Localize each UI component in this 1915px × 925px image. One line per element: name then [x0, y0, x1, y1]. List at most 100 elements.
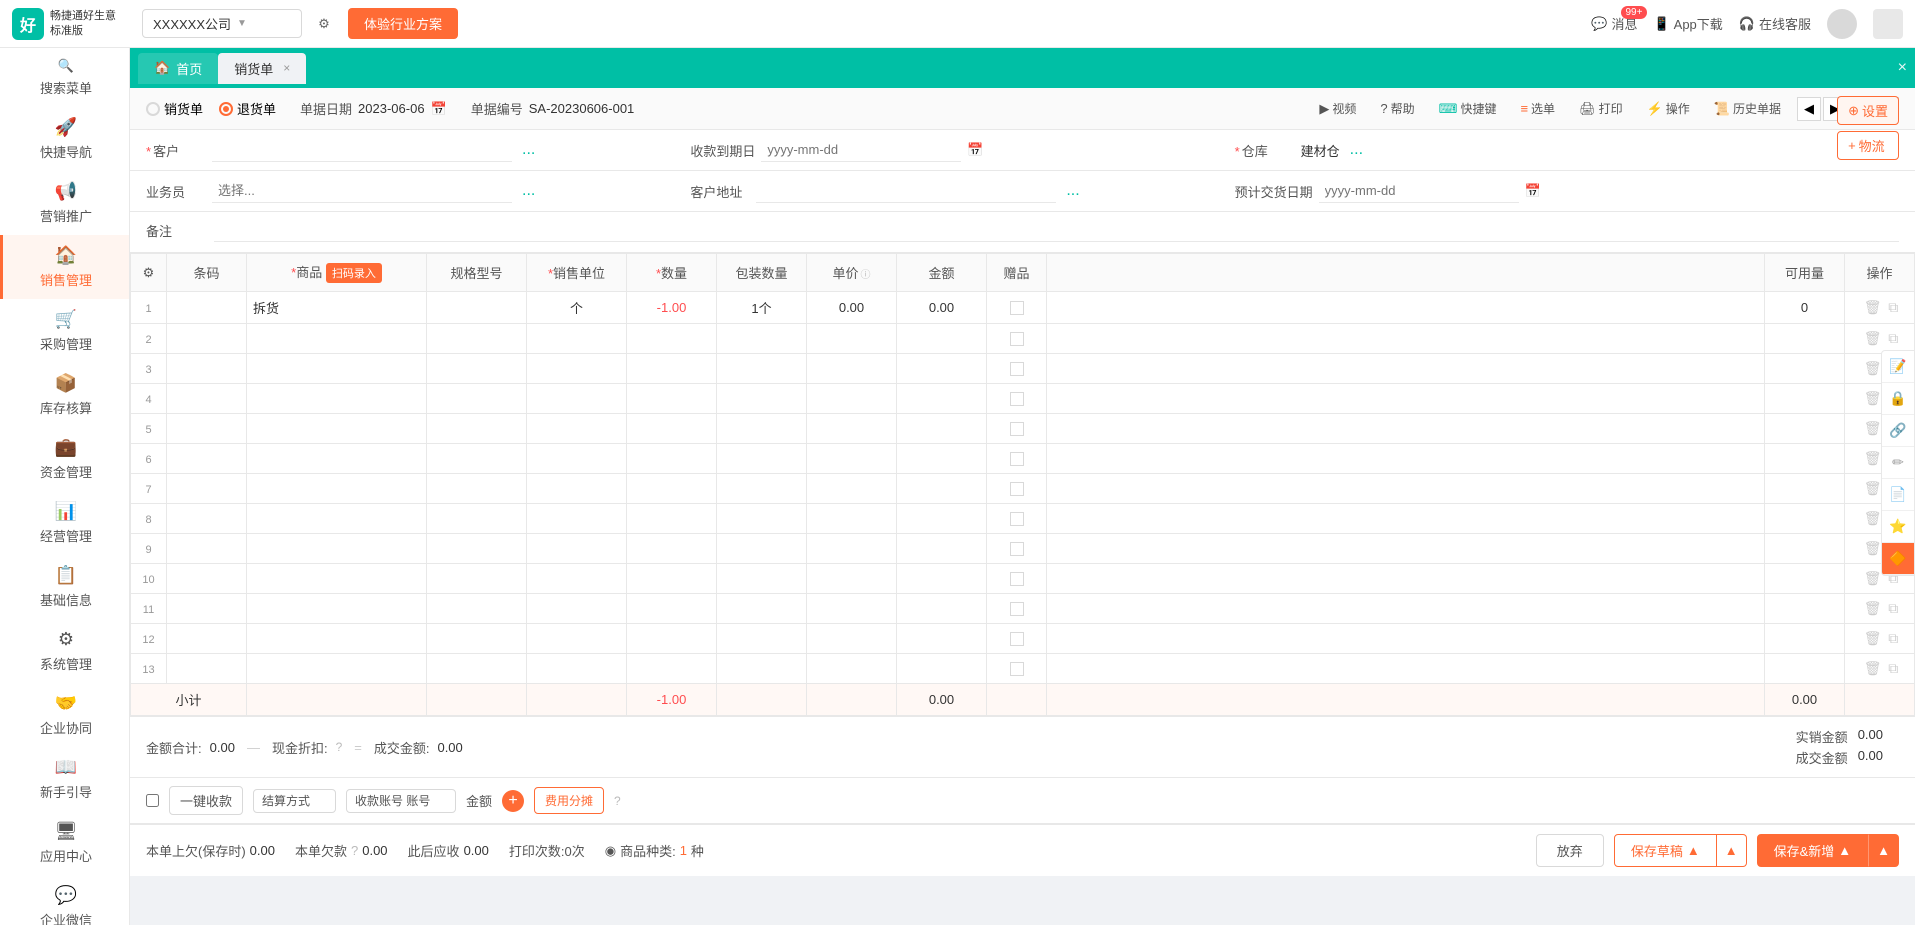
- scan-button[interactable]: 扫码录入: [326, 263, 382, 283]
- app-download-button[interactable]: 📱 App下载: [1653, 14, 1722, 33]
- online-support-button[interactable]: 🎧 在线客服: [1739, 14, 1811, 33]
- spec-cell-9[interactable]: [427, 534, 527, 564]
- salesman-ellipsis[interactable]: ...: [518, 182, 539, 200]
- gift-checkbox-6[interactable]: [1010, 452, 1024, 466]
- tab-close-icon[interactable]: ×: [283, 61, 290, 75]
- barcode-input-7[interactable]: [173, 482, 240, 496]
- copy-icon-12[interactable]: ⧉: [1888, 630, 1898, 646]
- delete-icon-12[interactable]: 🗑: [1864, 630, 1882, 646]
- gift-checkbox-7[interactable]: [1010, 482, 1024, 496]
- float-item-5[interactable]: 📄: [1882, 479, 1914, 511]
- one-click-checkbox[interactable]: [146, 794, 159, 807]
- barcode-cell-10[interactable]: [167, 564, 247, 594]
- gift-checkbox-10[interactable]: [1010, 572, 1024, 586]
- barcode-cell-12[interactable]: [167, 624, 247, 654]
- gift-checkbox-4[interactable]: [1010, 392, 1024, 406]
- gift-cell-3[interactable]: [987, 354, 1047, 384]
- delete-icon-13[interactable]: 🗑: [1864, 660, 1882, 676]
- barcode-input-4[interactable]: [173, 392, 240, 406]
- gift-cell-7[interactable]: [987, 474, 1047, 504]
- barcode-cell-6[interactable]: [167, 444, 247, 474]
- logistics-button[interactable]: + 物流: [1837, 131, 1899, 160]
- spec-cell-11[interactable]: [427, 594, 527, 624]
- barcode-input-8[interactable]: [173, 512, 240, 526]
- customer-input[interactable]: [212, 138, 512, 162]
- split-help-icon[interactable]: ?: [614, 794, 621, 808]
- tab-bar-close-icon[interactable]: ×: [1898, 59, 1907, 77]
- sidebar-item-guide[interactable]: 📖 新手引导: [0, 747, 129, 811]
- copy-icon-1[interactable]: ⧉: [1888, 299, 1898, 315]
- save-new-button[interactable]: 保存&新增 ▲: [1757, 834, 1869, 867]
- tab-home[interactable]: 🏠 首页: [138, 53, 218, 84]
- sidebar-item-system[interactable]: ⚙ 系统管理: [0, 619, 129, 683]
- shortcuts-button[interactable]: ⌨快捷键: [1431, 96, 1505, 121]
- delete-icon-8[interactable]: 🗑: [1864, 510, 1882, 526]
- tab-sales-order[interactable]: 销货单 ×: [218, 53, 306, 84]
- spec-cell-5[interactable]: [427, 414, 527, 444]
- barcode-input-6[interactable]: [173, 452, 240, 466]
- spec-cell-10[interactable]: [427, 564, 527, 594]
- float-item-7[interactable]: 🔶: [1882, 543, 1914, 575]
- delete-icon-7[interactable]: 🗑: [1864, 480, 1882, 496]
- delete-icon-2[interactable]: 🗑: [1864, 330, 1882, 346]
- sidebar-item-app-center[interactable]: 🖥 应用中心: [0, 811, 129, 875]
- gift-checkbox-3[interactable]: [1010, 362, 1024, 376]
- receipt-calendar-icon[interactable]: 📅: [967, 142, 983, 158]
- barcode-input-11[interactable]: [173, 602, 240, 616]
- barcode-cell-2[interactable]: [167, 324, 247, 354]
- company-selector[interactable]: XXXXXX公司 ▼: [142, 9, 302, 38]
- gift-cell-9[interactable]: [987, 534, 1047, 564]
- customer-addr-input[interactable]: [756, 179, 1056, 203]
- barcode-input-1[interactable]: [173, 301, 240, 315]
- payment-method-select[interactable]: 结算方式: [253, 789, 336, 813]
- gift-checkbox-11[interactable]: [1010, 602, 1024, 616]
- gift-cell-12[interactable]: [987, 624, 1047, 654]
- help-button[interactable]: ?帮助: [1372, 96, 1422, 121]
- gift-cell-10[interactable]: [987, 564, 1047, 594]
- gift-checkbox-8[interactable]: [1010, 512, 1024, 526]
- expense-split-button[interactable]: 费用分摊: [534, 787, 604, 814]
- delete-icon-1[interactable]: 🗑: [1864, 299, 1882, 315]
- spec-cell-8[interactable]: [427, 504, 527, 534]
- spec-cell-2[interactable]: [427, 324, 527, 354]
- print-button[interactable]: 🖨打印: [1571, 96, 1631, 121]
- notes-input[interactable]: [214, 218, 1899, 242]
- operation-button[interactable]: ⚡操作: [1639, 96, 1698, 121]
- delete-icon-6[interactable]: 🗑: [1864, 450, 1882, 466]
- barcode-input-13[interactable]: [173, 662, 240, 676]
- one-click-payment-button[interactable]: 一键收款: [169, 786, 243, 815]
- barcode-input-3[interactable]: [173, 362, 240, 376]
- add-payment-button[interactable]: +: [502, 790, 524, 812]
- spec-cell-1[interactable]: [427, 292, 527, 324]
- account-select[interactable]: 收款账号 账号: [346, 789, 456, 813]
- barcode-input-10[interactable]: [173, 572, 240, 586]
- gift-checkbox-13[interactable]: [1010, 662, 1024, 676]
- save-draft-button[interactable]: 保存草稿 ▲: [1614, 834, 1717, 867]
- delete-icon-4[interactable]: 🗑: [1864, 390, 1882, 406]
- message-button[interactable]: 💬 消息 99+: [1591, 14, 1637, 33]
- barcode-cell-11[interactable]: [167, 594, 247, 624]
- sidebar-item-enterprise-wechat[interactable]: 💬 企业微信: [0, 875, 129, 925]
- barcode-cell-3[interactable]: [167, 354, 247, 384]
- spec-cell-4[interactable]: [427, 384, 527, 414]
- gift-cell-4[interactable]: [987, 384, 1047, 414]
- delete-icon-9[interactable]: 🗑: [1864, 540, 1882, 556]
- prev-layout-btn[interactable]: ◀: [1797, 97, 1821, 121]
- save-new-arrow-button[interactable]: ▲: [1868, 834, 1899, 867]
- spec-cell-6[interactable]: [427, 444, 527, 474]
- delete-icon-5[interactable]: 🗑: [1864, 420, 1882, 436]
- trial-button[interactable]: 体验行业方案: [348, 8, 458, 39]
- delete-icon-3[interactable]: 🗑: [1864, 360, 1882, 376]
- receipt-date-input[interactable]: [761, 138, 961, 162]
- barcode-cell-13[interactable]: [167, 654, 247, 684]
- barcode-cell-5[interactable]: [167, 414, 247, 444]
- barcode-cell-7[interactable]: [167, 474, 247, 504]
- barcode-input-9[interactable]: [173, 542, 240, 556]
- spec-cell-7[interactable]: [427, 474, 527, 504]
- copy-icon-13[interactable]: ⧉: [1888, 660, 1898, 676]
- radio-sales-order[interactable]: 销货单: [146, 99, 203, 118]
- sidebar-item-enterprise[interactable]: 🤝 企业协同: [0, 683, 129, 747]
- col-settings[interactable]: ⚙: [131, 254, 167, 292]
- sidebar-item-operations[interactable]: 📊 经营管理: [0, 491, 129, 555]
- sidebar-search[interactable]: 🔍 搜索菜单: [0, 48, 129, 107]
